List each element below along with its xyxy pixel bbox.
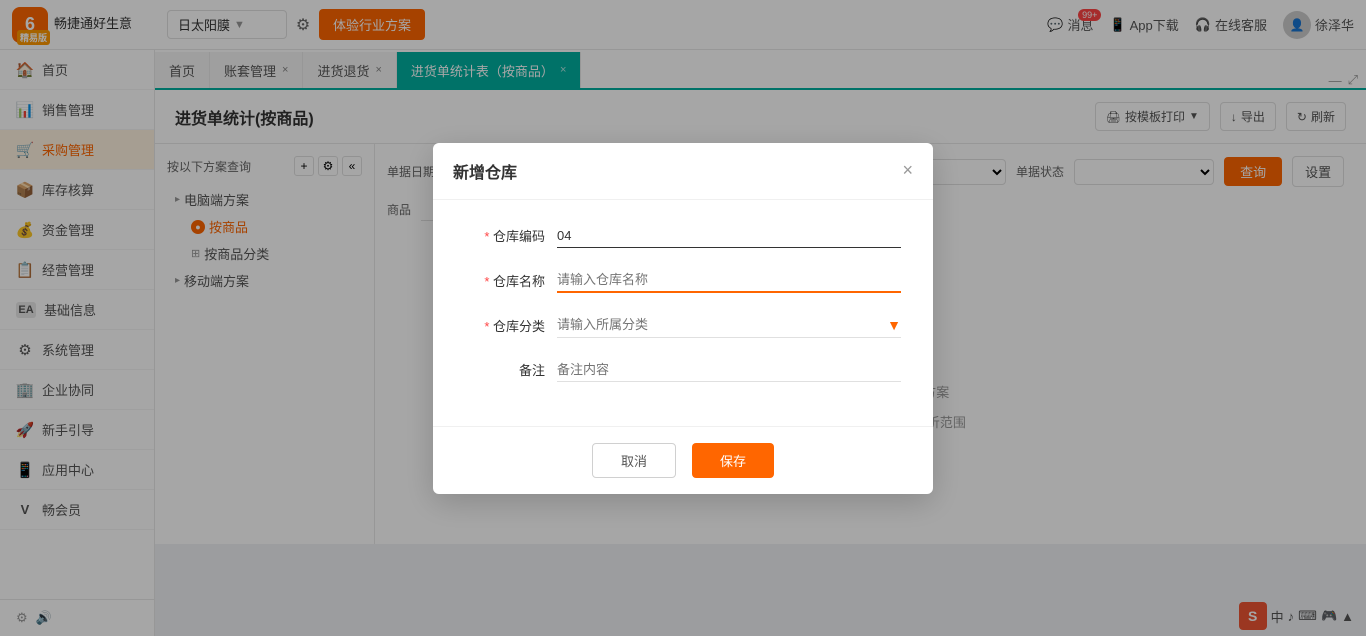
cancel-button[interactable]: 取消 xyxy=(592,443,676,478)
category-select-wrap: ▼ xyxy=(557,313,901,338)
name-label: 仓库名称 xyxy=(465,271,545,290)
form-row-note: 备注 xyxy=(465,358,901,382)
form-row-category: 仓库分类 ▼ xyxy=(465,313,901,338)
form-row-name: 仓库名称 xyxy=(465,268,901,293)
form-row-code: 仓库编码 xyxy=(465,224,901,248)
note-input[interactable] xyxy=(557,358,901,382)
category-label: 仓库分类 xyxy=(465,316,545,335)
modal-close-button[interactable]: × xyxy=(902,160,913,181)
modal-header: 新增仓库 × xyxy=(433,143,933,200)
name-input[interactable] xyxy=(557,268,901,293)
save-button[interactable]: 保存 xyxy=(692,443,774,478)
modal-body: 仓库编码 仓库名称 仓库分类 ▼ xyxy=(433,200,933,426)
code-input[interactable] xyxy=(557,224,901,248)
note-label: 备注 xyxy=(465,360,545,379)
modal-title: 新增仓库 xyxy=(453,159,517,183)
modal-footer: 取消 保存 xyxy=(433,426,933,494)
category-input[interactable] xyxy=(557,317,887,332)
modal-overlay: 新增仓库 × 仓库编码 仓库名称 仓库分类 xyxy=(0,0,1366,636)
add-warehouse-modal: 新增仓库 × 仓库编码 仓库名称 仓库分类 xyxy=(433,143,933,494)
category-dropdown-arrow[interactable]: ▼ xyxy=(887,317,901,333)
code-label: 仓库编码 xyxy=(465,226,545,245)
